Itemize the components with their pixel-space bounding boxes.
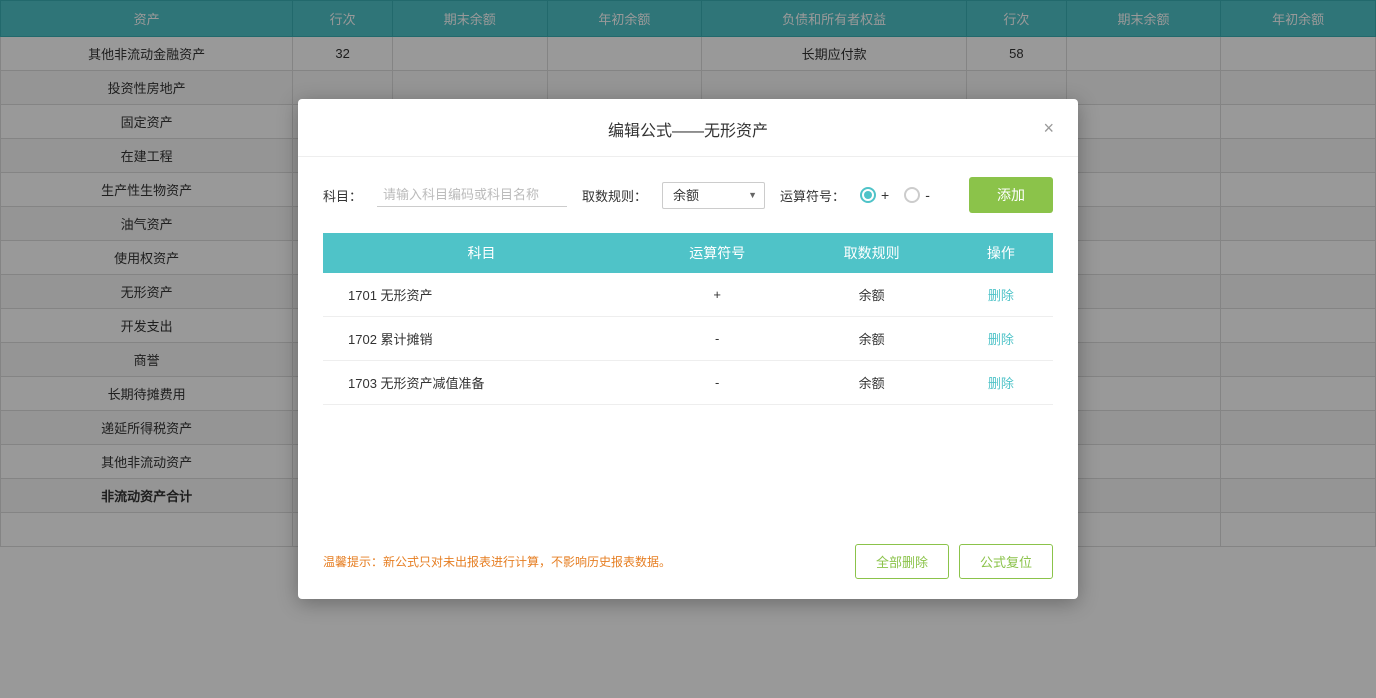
reset-formula-button[interactable]: 公式复位: [959, 544, 1053, 579]
col-header-subject: 科目: [323, 233, 640, 273]
cell-operator: +: [640, 273, 794, 317]
modal-close-button[interactable]: ×: [1037, 117, 1060, 139]
delete-all-button[interactable]: 全部删除: [855, 544, 949, 579]
modal-header: 编辑公式——无形资产 ×: [298, 99, 1078, 157]
subject-input[interactable]: [377, 183, 567, 207]
add-button[interactable]: 添加: [969, 177, 1053, 213]
radio-group: + -: [860, 187, 930, 203]
table-row: 1703 无形资产减值准备 - 余额 删除: [323, 361, 1053, 405]
cell-operator: -: [640, 361, 794, 405]
modal-title: 编辑公式——无形资产: [608, 117, 768, 141]
cell-action: 删除: [949, 361, 1053, 405]
cell-rule: 余额: [794, 317, 948, 361]
delete-row-button[interactable]: 删除: [988, 285, 1014, 304]
radio-plus-label: +: [881, 187, 889, 203]
cell-operator: -: [640, 317, 794, 361]
delete-row-button[interactable]: 删除: [988, 329, 1014, 348]
cell-rule: 余额: [794, 273, 948, 317]
col-header-rule: 取数规则: [794, 233, 948, 273]
modal-dialog: 编辑公式——无形资产 × 科目： 取数规则： 余额 借方发生额 贷方发生额 运算…: [298, 99, 1078, 599]
cell-action: 删除: [949, 273, 1053, 317]
radio-minus-label: -: [925, 187, 930, 203]
rule-select[interactable]: 余额 借方发生额 贷方发生额: [662, 182, 765, 209]
footer-buttons: 全部删除 公式复位: [855, 544, 1053, 579]
rule-select-wrapper: 余额 借方发生额 贷方发生额: [662, 182, 765, 209]
radio-minus-circle: [904, 187, 920, 203]
rule-label: 取数规则：: [582, 186, 647, 205]
table-row: 1701 无形资产 + 余额 删除: [323, 273, 1053, 317]
col-header-action: 操作: [949, 233, 1053, 273]
radio-plus[interactable]: +: [860, 187, 889, 203]
radio-minus[interactable]: -: [904, 187, 930, 203]
formula-table: 科目 运算符号 取数规则 操作 1701 无形资产 + 余额 删除 1702 累…: [323, 233, 1053, 405]
cell-action: 删除: [949, 317, 1053, 361]
cell-subject: 1703 无形资产减值准备: [323, 361, 640, 405]
delete-row-button[interactable]: 删除: [988, 373, 1014, 392]
table-row: 1702 累计摊销 - 余额 删除: [323, 317, 1053, 361]
modal-footer: 温馨提示：新公式只对未出报表进行计算，不影响历史报表数据。 全部删除 公式复位: [298, 529, 1078, 599]
modal-body: 科目： 取数规则： 余额 借方发生额 贷方发生额 运算符号： +: [298, 157, 1078, 529]
cell-subject: 1701 无形资产: [323, 273, 640, 317]
table-header-row: 科目 运算符号 取数规则 操作: [323, 233, 1053, 273]
operator-label: 运算符号：: [780, 186, 845, 205]
radio-plus-circle: [860, 187, 876, 203]
col-header-operator: 运算符号: [640, 233, 794, 273]
subject-label: 科目：: [323, 186, 362, 205]
form-row: 科目： 取数规则： 余额 借方发生额 贷方发生额 运算符号： +: [323, 177, 1053, 213]
cell-subject: 1702 累计摊销: [323, 317, 640, 361]
cell-rule: 余额: [794, 361, 948, 405]
modal-overlay: 编辑公式——无形资产 × 科目： 取数规则： 余额 借方发生额 贷方发生额 运算…: [0, 0, 1376, 698]
footer-hint: 温馨提示：新公式只对未出报表进行计算，不影响历史报表数据。: [323, 553, 671, 570]
